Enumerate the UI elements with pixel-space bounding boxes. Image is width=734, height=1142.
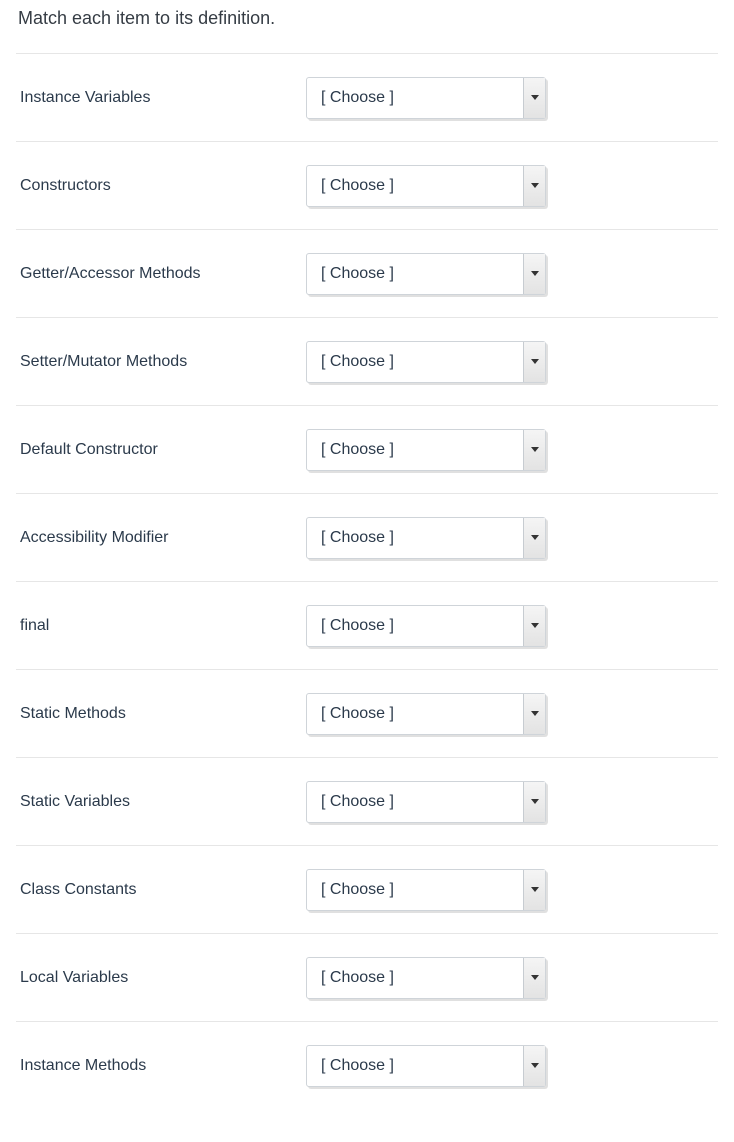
instruction-text: Match each item to its definition. bbox=[16, 8, 718, 29]
dropdown-toggle[interactable] bbox=[523, 166, 545, 206]
choose-dropdown[interactable]: [ Choose ] bbox=[306, 517, 546, 559]
dropdown-placeholder: [ Choose ] bbox=[307, 705, 523, 723]
caret-down-icon bbox=[531, 799, 539, 804]
choose-dropdown[interactable]: [ Choose ] bbox=[306, 341, 546, 383]
item-label: Constructors bbox=[16, 177, 306, 195]
item-label: Accessibility Modifier bbox=[16, 529, 306, 547]
caret-down-icon bbox=[531, 535, 539, 540]
dropdown-toggle[interactable] bbox=[523, 606, 545, 646]
item-label: Class Constants bbox=[16, 881, 306, 899]
select-cell: [ Choose ] bbox=[306, 781, 718, 823]
dropdown-toggle[interactable] bbox=[523, 430, 545, 470]
match-rows: Instance Variables[ Choose ]Constructors… bbox=[16, 53, 718, 1109]
choose-dropdown[interactable]: [ Choose ] bbox=[306, 605, 546, 647]
select-cell: [ Choose ] bbox=[306, 77, 718, 119]
dropdown-toggle[interactable] bbox=[523, 1046, 545, 1086]
caret-down-icon bbox=[531, 95, 539, 100]
dropdown-placeholder: [ Choose ] bbox=[307, 529, 523, 547]
dropdown-placeholder: [ Choose ] bbox=[307, 1057, 523, 1075]
match-row: Setter/Mutator Methods[ Choose ] bbox=[16, 317, 718, 405]
select-cell: [ Choose ] bbox=[306, 869, 718, 911]
caret-down-icon bbox=[531, 711, 539, 716]
dropdown-toggle[interactable] bbox=[523, 870, 545, 910]
dropdown-placeholder: [ Choose ] bbox=[307, 441, 523, 459]
select-cell: [ Choose ] bbox=[306, 605, 718, 647]
caret-down-icon bbox=[531, 623, 539, 628]
match-row: Getter/Accessor Methods[ Choose ] bbox=[16, 229, 718, 317]
choose-dropdown[interactable]: [ Choose ] bbox=[306, 869, 546, 911]
choose-dropdown[interactable]: [ Choose ] bbox=[306, 1045, 546, 1087]
dropdown-toggle[interactable] bbox=[523, 342, 545, 382]
dropdown-toggle[interactable] bbox=[523, 782, 545, 822]
select-cell: [ Choose ] bbox=[306, 165, 718, 207]
match-row: Default Constructor[ Choose ] bbox=[16, 405, 718, 493]
caret-down-icon bbox=[531, 183, 539, 188]
select-cell: [ Choose ] bbox=[306, 517, 718, 559]
match-row: final[ Choose ] bbox=[16, 581, 718, 669]
item-label: Default Constructor bbox=[16, 441, 306, 459]
dropdown-placeholder: [ Choose ] bbox=[307, 177, 523, 195]
caret-down-icon bbox=[531, 447, 539, 452]
match-row: Static Variables[ Choose ] bbox=[16, 757, 718, 845]
choose-dropdown[interactable]: [ Choose ] bbox=[306, 781, 546, 823]
dropdown-placeholder: [ Choose ] bbox=[307, 969, 523, 987]
match-row: Local Variables[ Choose ] bbox=[16, 933, 718, 1021]
item-label: Local Variables bbox=[16, 969, 306, 987]
caret-down-icon bbox=[531, 271, 539, 276]
dropdown-placeholder: [ Choose ] bbox=[307, 617, 523, 635]
select-cell: [ Choose ] bbox=[306, 957, 718, 999]
caret-down-icon bbox=[531, 975, 539, 980]
caret-down-icon bbox=[531, 1063, 539, 1068]
choose-dropdown[interactable]: [ Choose ] bbox=[306, 165, 546, 207]
choose-dropdown[interactable]: [ Choose ] bbox=[306, 253, 546, 295]
choose-dropdown[interactable]: [ Choose ] bbox=[306, 77, 546, 119]
item-label: Instance Variables bbox=[16, 89, 306, 107]
match-row: Instance Methods[ Choose ] bbox=[16, 1021, 718, 1109]
match-row: Class Constants[ Choose ] bbox=[16, 845, 718, 933]
dropdown-placeholder: [ Choose ] bbox=[307, 881, 523, 899]
select-cell: [ Choose ] bbox=[306, 253, 718, 295]
caret-down-icon bbox=[531, 359, 539, 364]
item-label: Instance Methods bbox=[16, 1057, 306, 1075]
dropdown-placeholder: [ Choose ] bbox=[307, 265, 523, 283]
question-page: Match each item to its definition. Insta… bbox=[0, 0, 734, 1129]
dropdown-toggle[interactable] bbox=[523, 518, 545, 558]
dropdown-placeholder: [ Choose ] bbox=[307, 793, 523, 811]
select-cell: [ Choose ] bbox=[306, 693, 718, 735]
dropdown-placeholder: [ Choose ] bbox=[307, 353, 523, 371]
dropdown-toggle[interactable] bbox=[523, 958, 545, 998]
choose-dropdown[interactable]: [ Choose ] bbox=[306, 429, 546, 471]
item-label: final bbox=[16, 617, 306, 635]
choose-dropdown[interactable]: [ Choose ] bbox=[306, 693, 546, 735]
dropdown-toggle[interactable] bbox=[523, 78, 545, 118]
select-cell: [ Choose ] bbox=[306, 429, 718, 471]
match-row: Constructors[ Choose ] bbox=[16, 141, 718, 229]
item-label: Getter/Accessor Methods bbox=[16, 265, 306, 283]
dropdown-toggle[interactable] bbox=[523, 694, 545, 734]
item-label: Static Methods bbox=[16, 705, 306, 723]
dropdown-placeholder: [ Choose ] bbox=[307, 89, 523, 107]
item-label: Setter/Mutator Methods bbox=[16, 353, 306, 371]
dropdown-toggle[interactable] bbox=[523, 254, 545, 294]
select-cell: [ Choose ] bbox=[306, 341, 718, 383]
caret-down-icon bbox=[531, 887, 539, 892]
choose-dropdown[interactable]: [ Choose ] bbox=[306, 957, 546, 999]
match-row: Static Methods[ Choose ] bbox=[16, 669, 718, 757]
match-row: Accessibility Modifier[ Choose ] bbox=[16, 493, 718, 581]
select-cell: [ Choose ] bbox=[306, 1045, 718, 1087]
item-label: Static Variables bbox=[16, 793, 306, 811]
match-row: Instance Variables[ Choose ] bbox=[16, 53, 718, 141]
